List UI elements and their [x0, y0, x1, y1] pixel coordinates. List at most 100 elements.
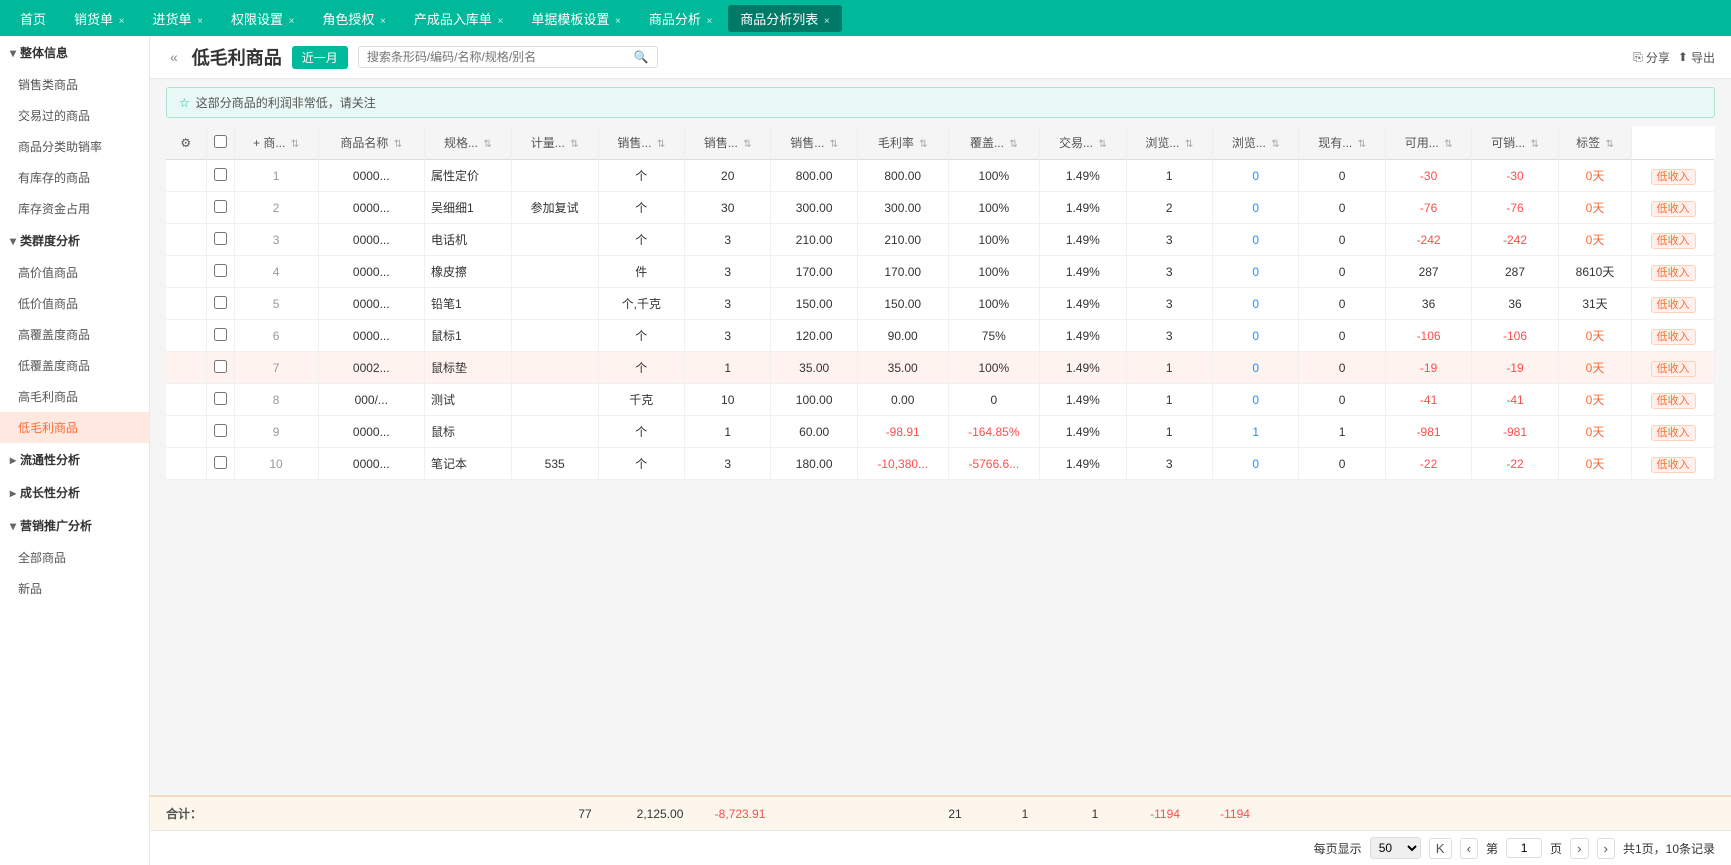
row-view1[interactable]: 0: [1212, 192, 1298, 224]
nav-product-analysis-list[interactable]: 商品分析列表 ×: [728, 5, 841, 32]
col-coverage[interactable]: 覆盖... ⇅: [948, 126, 1040, 160]
row-checkbox-cell[interactable]: [206, 160, 234, 192]
sidebar-item-all-products[interactable]: 全部商品: [0, 542, 149, 573]
sidebar-item-low-margin[interactable]: 低毛利商品: [0, 412, 149, 443]
sidebar-item-low-coverage[interactable]: 低覆盖度商品: [0, 350, 149, 381]
col-trade[interactable]: 交易... ⇅: [1040, 126, 1126, 160]
row-view1[interactable]: 0: [1212, 224, 1298, 256]
col-available[interactable]: 可用... ⇅: [1385, 126, 1471, 160]
sidebar-group-class[interactable]: ▾ 类群度分析: [0, 224, 149, 257]
row-checkbox-cell[interactable]: [206, 288, 234, 320]
row-checkbox[interactable]: [214, 360, 227, 373]
col-view2[interactable]: 浏览... ⇅: [1212, 126, 1298, 160]
col-current[interactable]: 现有... ⇅: [1299, 126, 1385, 160]
nav-sales[interactable]: 销货单 ×: [62, 5, 136, 32]
select-all-checkbox[interactable]: [214, 135, 227, 148]
row-checkbox[interactable]: [214, 456, 227, 469]
nav-close-template[interactable]: ×: [615, 16, 621, 27]
first-page-btn[interactable]: K: [1429, 838, 1452, 859]
select-all-col[interactable]: [206, 126, 234, 160]
row-view1[interactable]: 0: [1212, 352, 1298, 384]
settings-col[interactable]: ⚙: [166, 126, 206, 160]
footer-view2: 1: [1060, 807, 1130, 821]
col-sales-qty[interactable]: 销售... ⇅: [598, 126, 684, 160]
row-checkbox[interactable]: [214, 296, 227, 309]
row-view1[interactable]: 0: [1212, 384, 1298, 416]
nav-close-role[interactable]: ×: [380, 16, 386, 27]
row-checkbox-cell[interactable]: [206, 256, 234, 288]
nav-close-permission[interactable]: ×: [289, 16, 295, 27]
row-checkbox[interactable]: [214, 328, 227, 341]
search-input[interactable]: [367, 50, 634, 64]
row-checkbox-cell[interactable]: [206, 192, 234, 224]
col-tag[interactable]: 标签 ⇅: [1558, 126, 1632, 160]
row-checkbox[interactable]: [214, 424, 227, 437]
nav-product-analysis[interactable]: 商品分析 ×: [637, 5, 724, 32]
row-checkbox[interactable]: [214, 232, 227, 245]
sidebar-item-high-coverage[interactable]: 高覆盖度商品: [0, 319, 149, 350]
row-checkbox-cell[interactable]: [206, 448, 234, 480]
nav-close-purchase[interactable]: ×: [197, 16, 203, 27]
row-view1[interactable]: 1: [1212, 416, 1298, 448]
row-view1[interactable]: 0: [1212, 448, 1298, 480]
col-view1[interactable]: 浏览... ⇅: [1126, 126, 1212, 160]
nav-close-product-analysis[interactable]: ×: [706, 16, 712, 27]
col-spec[interactable]: 规格... ⇅: [424, 126, 511, 160]
nav-close-sales[interactable]: ×: [119, 16, 125, 27]
sidebar-item-sales-products[interactable]: 销售类商品: [0, 69, 149, 100]
export-btn[interactable]: ⬆ 导出: [1678, 49, 1715, 66]
row-checkbox-cell[interactable]: [206, 224, 234, 256]
share-btn[interactable]: ⎘ 分享: [1633, 49, 1670, 66]
nav-purchase[interactable]: 进货单 ×: [140, 5, 214, 32]
row-checkbox[interactable]: [214, 200, 227, 213]
nav-template[interactable]: 单据模板设置 ×: [519, 5, 632, 32]
col-name[interactable]: 商品名称 ⇅: [318, 126, 424, 160]
row-view1[interactable]: 0: [1212, 160, 1298, 192]
filter-period-btn[interactable]: 近一月: [292, 46, 348, 69]
sidebar-group-overall[interactable]: ▾ 整体信息: [0, 36, 149, 69]
sidebar-item-low-value[interactable]: 低价值商品: [0, 288, 149, 319]
sidebar-item-stock-capital[interactable]: 库存资金占用: [0, 193, 149, 224]
row-checkbox[interactable]: [214, 168, 227, 181]
nav-close-analysis-list[interactable]: ×: [824, 16, 830, 27]
sidebar-item-high-value[interactable]: 高价值商品: [0, 257, 149, 288]
sidebar-item-stock-products[interactable]: 有库存的商品: [0, 162, 149, 193]
col-unit[interactable]: 计量... ⇅: [511, 126, 598, 160]
next-page-btn[interactable]: ›: [1570, 838, 1588, 859]
col-saleable[interactable]: 可销... ⇅: [1472, 126, 1558, 160]
col-sales-price[interactable]: 销售... ⇅: [685, 126, 771, 160]
row-checkbox-cell[interactable]: [206, 352, 234, 384]
nav-close-product-entry[interactable]: ×: [498, 16, 504, 27]
row-checkbox-cell[interactable]: [206, 384, 234, 416]
sidebar-group-growth[interactable]: ▸ 成长性分析: [0, 476, 149, 509]
row-checkbox[interactable]: [214, 264, 227, 277]
nav-product-entry[interactable]: 产成品入库单 ×: [402, 5, 515, 32]
col-code[interactable]: + 商... ⇅: [234, 126, 318, 160]
sidebar-item-category-rate[interactable]: 商品分类助销率: [0, 131, 149, 162]
sidebar-group-marketing[interactable]: ▾ 营销推广分析: [0, 509, 149, 542]
row-checkbox-cell[interactable]: [206, 416, 234, 448]
col-sales-amount[interactable]: 销售... ⇅: [771, 126, 857, 160]
row-view1[interactable]: 0: [1212, 320, 1298, 352]
per-page-select[interactable]: 50 100 200: [1370, 837, 1421, 859]
nav-permission[interactable]: 权限设置 ×: [219, 5, 306, 32]
row-view1[interactable]: 0: [1212, 256, 1298, 288]
tag-badge: 低收入: [1651, 425, 1696, 441]
column-settings-icon[interactable]: ⚙: [180, 136, 191, 150]
last-page-btn[interactable]: ›: [1597, 838, 1615, 859]
search-icon[interactable]: 🔍: [634, 50, 649, 64]
row-view1[interactable]: 0: [1212, 288, 1298, 320]
nav-home[interactable]: 首页: [8, 5, 58, 32]
sidebar-collapse-btn[interactable]: «: [166, 45, 182, 69]
row-checkbox-cell[interactable]: [206, 320, 234, 352]
sidebar-group-flow[interactable]: ▸ 流通性分析: [0, 443, 149, 476]
prev-page-btn[interactable]: ‹: [1460, 838, 1478, 859]
col-gross-margin[interactable]: 毛利率 ⇅: [857, 126, 948, 160]
nav-role[interactable]: 角色授权 ×: [310, 5, 397, 32]
row-code: 0000...: [318, 160, 424, 192]
row-checkbox[interactable]: [214, 392, 227, 405]
page-input[interactable]: [1506, 838, 1542, 858]
sidebar-item-new-products[interactable]: 新品: [0, 573, 149, 604]
sidebar-item-high-margin[interactable]: 高毛利商品: [0, 381, 149, 412]
sidebar-item-traded-products[interactable]: 交易过的商品: [0, 100, 149, 131]
